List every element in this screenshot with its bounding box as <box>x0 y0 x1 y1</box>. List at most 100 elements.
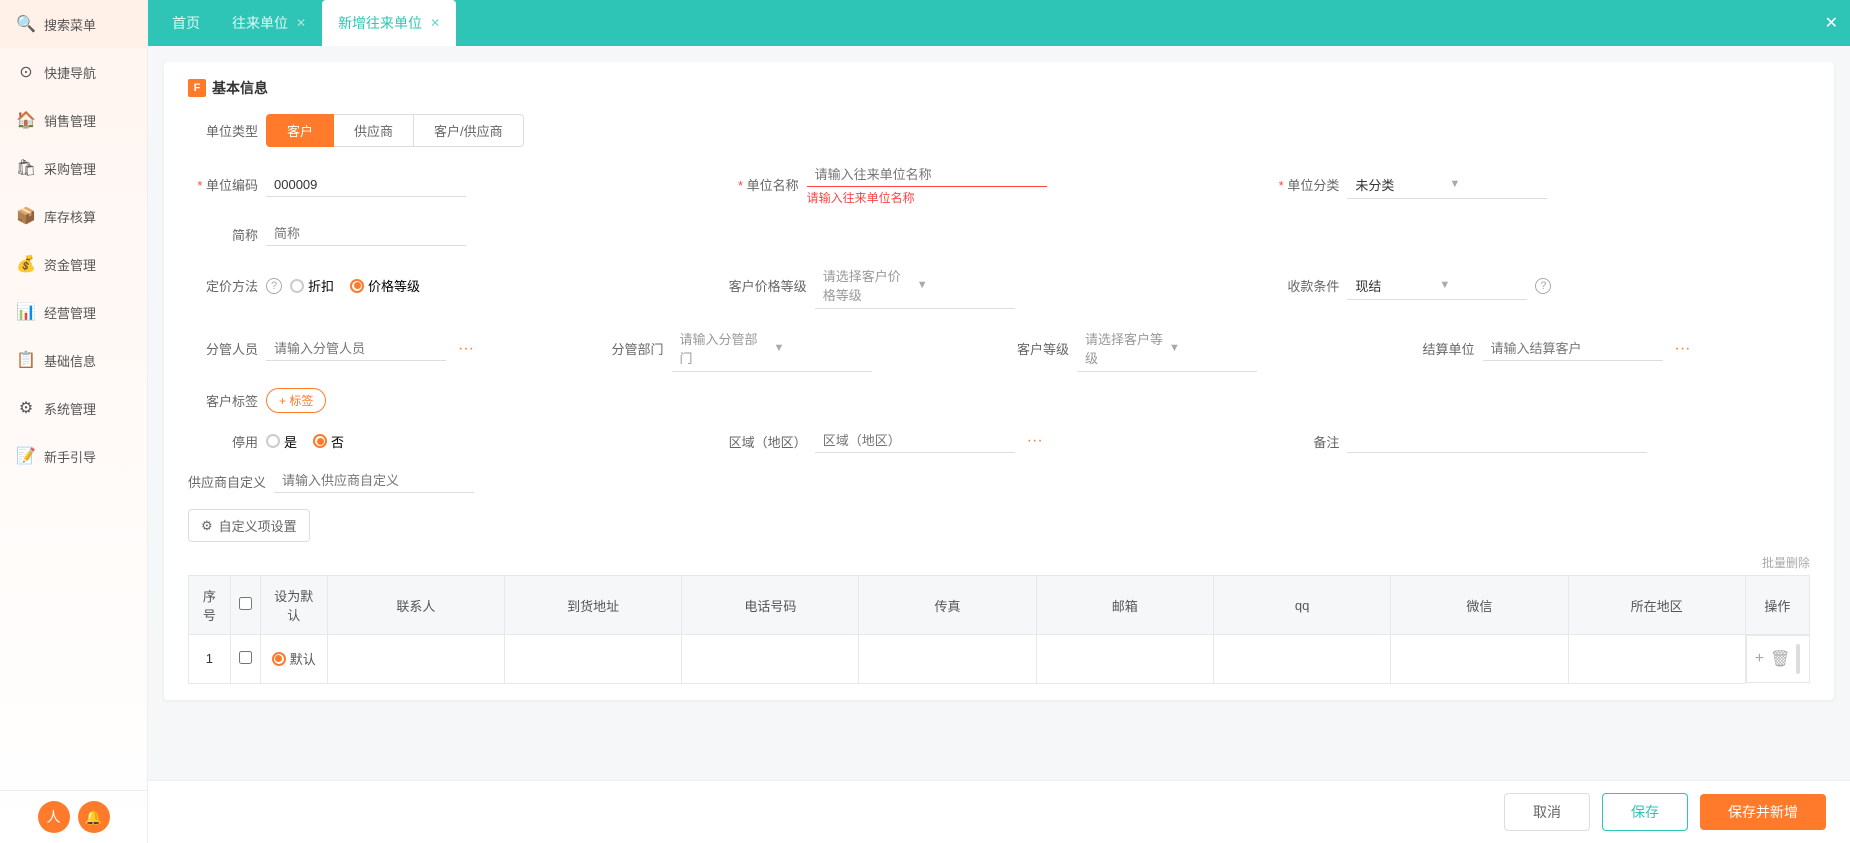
supplier-custom-input[interactable] <box>274 469 474 493</box>
row-default-radio-circle <box>272 652 286 666</box>
row-default-radio[interactable]: 默认 <box>269 649 319 668</box>
table-row: 1 默认 <box>189 635 1810 684</box>
select-all-checkbox[interactable] <box>239 597 252 610</box>
remark-input[interactable] <box>1347 429 1647 453</box>
sidebar-item-guide[interactable]: 📝 新手引导 <box>0 432 147 480</box>
sidebar-item-search[interactable]: 🔍 搜索菜单 <box>0 0 147 48</box>
address-input[interactable] <box>513 651 673 666</box>
settlement-unit-label: 结算单位 <box>1405 339 1475 358</box>
tab-home[interactable]: 首页 <box>156 0 216 46</box>
close-all-tabs[interactable]: ✕ <box>1825 13 1838 33</box>
phone-input[interactable] <box>690 651 850 666</box>
customer-price-level-arrow: ▼ <box>917 279 1007 291</box>
sidebar-item-inventory[interactable]: 📦 库存核算 <box>0 192 147 240</box>
unit-category-select[interactable]: 未分类 ▼ <box>1347 171 1547 199</box>
save-button[interactable]: 保存 <box>1602 793 1688 831</box>
system-icon: ⚙ <box>16 398 36 418</box>
unit-type-customer[interactable]: 客户 <box>266 114 334 147</box>
col-index: 序号 <box>189 576 231 635</box>
sidebar-item-sales[interactable]: 🏠 销售管理 <box>0 96 147 144</box>
email-input[interactable] <box>1045 651 1205 666</box>
row-delete-icon[interactable]: 🗑 <box>1770 649 1790 669</box>
payment-terms-arrow: ▼ <box>1439 279 1519 291</box>
row-contact[interactable] <box>327 635 504 684</box>
cancel-button[interactable]: 取消 <box>1504 793 1590 831</box>
sidebar-item-label: 基础信息 <box>44 351 96 370</box>
sidebar-item-purchase[interactable]: 🛍 采购管理 <box>0 144 147 192</box>
unit-category-label: 单位分类 <box>1269 175 1339 194</box>
save-new-button[interactable]: 保存并新增 <box>1700 794 1826 830</box>
contact-input[interactable] <box>336 651 496 666</box>
purchase-icon: 🛍 <box>16 158 36 178</box>
tab-home-label: 首页 <box>172 13 200 33</box>
unit-name-group: 单位名称 请输入往来单位名称 <box>729 163 1270 206</box>
tab-new-partner-label: 新增往来单位 <box>338 13 422 33</box>
department-select[interactable]: 请输入分管部门 ▼ <box>672 325 872 372</box>
unit-type-group: 单位类型 客户 供应商 客户/供应商 <box>188 114 1810 147</box>
radio-price-level[interactable]: 价格等级 <box>350 276 420 295</box>
row-select-checkbox[interactable] <box>239 651 252 664</box>
inventory-icon: 📦 <box>16 206 36 226</box>
payment-terms-select[interactable]: 现结 ▼ <box>1347 272 1527 300</box>
section-title-text: 基本信息 <box>212 78 268 98</box>
section-icon: F <box>188 79 206 97</box>
unit-type-supplier[interactable]: 供应商 <box>334 114 414 147</box>
search-icon: 🔍 <box>16 14 36 34</box>
settlement-unit-more-icon[interactable]: ··· <box>1671 340 1695 358</box>
tab-partners[interactable]: 往来单位 ✕ <box>216 0 322 46</box>
row-fax[interactable] <box>859 635 1036 684</box>
unit-name-input[interactable] <box>807 163 1047 187</box>
manager-group: 分管人员 ··· <box>188 337 594 361</box>
supplier-custom-label: 供应商自定义 <box>188 472 266 491</box>
pricing-method-group: 定价方法 ? 折扣 价格等级 <box>188 276 729 295</box>
sidebar-item-quicknav[interactable]: ⊙ 快捷导航 <box>0 48 147 96</box>
row-email[interactable] <box>1036 635 1213 684</box>
sidebar-item-finance[interactable]: 💰 资金管理 <box>0 240 147 288</box>
row-add-icon[interactable]: + <box>1755 650 1764 668</box>
row-address[interactable] <box>504 635 681 684</box>
qq-input[interactable] <box>1222 651 1382 666</box>
wechat-input[interactable] <box>1399 651 1559 666</box>
payment-terms-help-icon[interactable]: ? <box>1535 278 1551 294</box>
region-input[interactable] <box>815 429 1015 453</box>
payment-terms-value: 现结 <box>1355 276 1435 295</box>
payment-terms-group: 收款条件 现结 ▼ ? <box>1269 272 1810 300</box>
radio-discount[interactable]: 折扣 <box>290 276 334 295</box>
sidebar-item-system[interactable]: ⚙ 系统管理 <box>0 384 147 432</box>
settlement-unit-input[interactable] <box>1483 337 1663 361</box>
unit-category-value: 未分类 <box>1355 175 1445 194</box>
add-tag-button[interactable]: + 标签 <box>266 388 326 413</box>
radio-no[interactable]: 否 <box>313 432 344 451</box>
unit-code-input[interactable] <box>266 173 466 197</box>
fax-input[interactable] <box>867 651 1027 666</box>
sidebar-bell-icon[interactable]: 🔔 <box>78 801 110 833</box>
row-qq[interactable] <box>1213 635 1390 684</box>
customize-settings-button[interactable]: ⚙ 自定义项设置 <box>188 509 310 542</box>
row-wechat[interactable] <box>1391 635 1568 684</box>
sidebar-item-label: 系统管理 <box>44 399 96 418</box>
unit-type-both[interactable]: 客户/供应商 <box>414 114 524 147</box>
row-phone[interactable] <box>682 635 859 684</box>
contacts-table: 序号 设为默认 联系人 到货地址 电话号码 传真 邮箱 qq 微信 所在地区 操… <box>188 575 1810 684</box>
sidebar-user-icon[interactable]: 人 <box>38 801 70 833</box>
row-region[interactable] <box>1568 635 1745 684</box>
row-region-input[interactable] <box>1577 651 1737 666</box>
tab-partners-close[interactable]: ✕ <box>296 16 306 30</box>
region-more-icon[interactable]: ··· <box>1023 432 1047 450</box>
pricing-radio-group: 折扣 价格等级 <box>290 276 420 295</box>
batch-delete-btn[interactable]: 批量删除 <box>188 554 1810 571</box>
sidebar-item-basic[interactable]: 📋 基础信息 <box>0 336 147 384</box>
short-name-input[interactable] <box>266 222 466 246</box>
radio-yes[interactable]: 是 <box>266 432 297 451</box>
tab-new-partner-close[interactable]: ✕ <box>430 16 440 30</box>
tab-new-partner[interactable]: 新增往来单位 ✕ <box>322 0 456 46</box>
manager-more-icon[interactable]: ··· <box>454 340 478 358</box>
pricing-help-icon[interactable]: ? <box>266 278 282 294</box>
pricing-method-label: 定价方法 <box>188 276 258 295</box>
manager-input[interactable] <box>266 337 446 361</box>
customer-level-select[interactable]: 请选择客户等级 ▼ <box>1077 325 1257 372</box>
customer-price-level-select[interactable]: 请选择客户价格等级 ▼ <box>815 262 1015 309</box>
radio-discount-circle <box>290 279 304 293</box>
sidebar-item-operations[interactable]: 📊 经营管理 <box>0 288 147 336</box>
radio-no-label: 否 <box>331 432 344 451</box>
